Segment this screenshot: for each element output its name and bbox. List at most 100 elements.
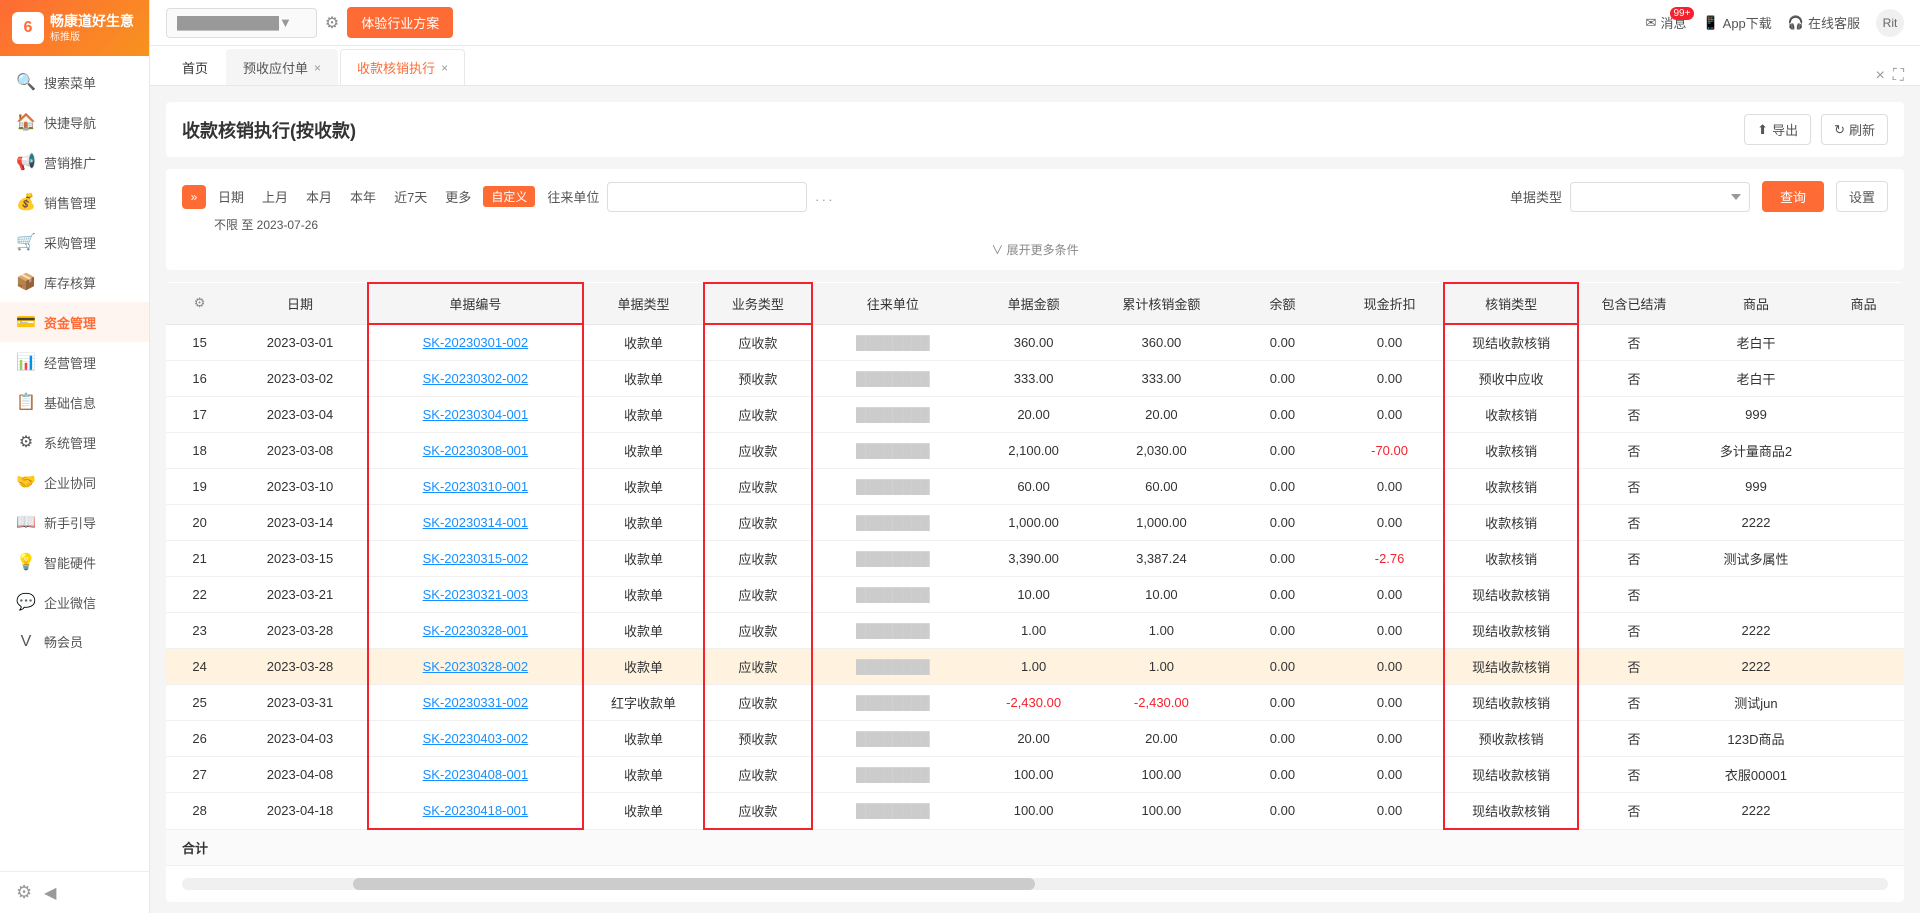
date-this-month[interactable]: 本月 [300,185,338,208]
td-voidtype: 收款核销 [1444,541,1579,577]
sidebar-settings-icon[interactable]: ⚙ [16,882,32,903]
date-custom-button[interactable]: 自定义 [483,186,535,207]
td-cumamt: 60.00 [1094,469,1229,505]
branch-select[interactable]: ████████████ ▼ [166,8,317,38]
bill-type-select[interactable]: 收款单 红字收款单 [1570,182,1750,212]
query-button[interactable]: 查询 [1762,181,1824,212]
bill-no-link[interactable]: SK-20230315-002 [423,551,529,566]
refresh-button[interactable]: ↻ 刷新 [1821,114,1888,145]
filter-collapse-button[interactable]: » [182,185,206,209]
gear-icon[interactable]: ⚙ [325,13,339,33]
sidebar-collapse-icon[interactable]: ◀ [44,883,56,903]
td-amount: 360.00 [973,324,1094,361]
bill-no-link[interactable]: SK-20230328-002 [423,659,529,674]
user-avatar[interactable]: Rit [1876,9,1904,37]
td-biztype: 应收款 [704,397,812,433]
online-service-link[interactable]: 🎧 在线客服 [1788,13,1860,32]
table-header: ⚙ 日期 单据编号 单据类型 业务类型 往来单位 单据金额 累计核销金额 余额 … [166,283,1904,324]
date-last-month[interactable]: 上月 [256,185,294,208]
td-billtype: 收款单 [583,793,704,830]
td-billno[interactable]: SK-20230321-003 [368,577,583,613]
bill-no-link[interactable]: SK-20230302-002 [423,371,529,386]
th-settings[interactable]: ⚙ [166,283,233,324]
sidebar-item-search-menu[interactable]: 🔍 搜索菜单 [0,62,149,102]
td-billno[interactable]: SK-20230314-001 [368,505,583,541]
table-settings-icon[interactable]: ⚙ [194,295,206,310]
td-billno[interactable]: SK-20230304-001 [368,397,583,433]
td-billno[interactable]: SK-20230310-001 [368,469,583,505]
td-billno[interactable]: SK-20230308-001 [368,433,583,469]
sidebar-item-beginner[interactable]: 📖 新手引导 [0,502,149,542]
date-more[interactable]: 更多 [439,185,477,208]
sidebar-item-corp[interactable]: 🤝 企业协同 [0,462,149,502]
tab-prepay[interactable]: 预收应付单 × [226,49,338,85]
bill-no-link[interactable]: SK-20230408-001 [423,767,529,782]
expand-more-button[interactable]: ∨ 展开更多条件 [991,241,1078,258]
tab-home[interactable]: 首页 [166,50,224,85]
sidebar-item-fund[interactable]: 💳 资金管理 [0,302,149,342]
bill-no-link[interactable]: SK-20230321-003 [423,587,529,602]
th-billno: 单据编号 [368,283,583,324]
sidebar-item-corp-wx[interactable]: 💬 企业微信 [0,582,149,622]
td-billno[interactable]: SK-20230301-002 [368,324,583,361]
bill-no-link[interactable]: SK-20230403-002 [423,731,529,746]
bill-no-link[interactable]: SK-20230314-001 [423,515,529,530]
app-download-link[interactable]: 📱 App下载 [1702,13,1771,32]
sidebar-item-marketing[interactable]: 📢 营销推广 [0,142,149,182]
setting-button[interactable]: 设置 [1836,181,1888,212]
total-label: 合计 [166,829,1904,866]
sidebar-item-base[interactable]: 📋 基础信息 [0,382,149,422]
bill-no-link[interactable]: SK-20230304-001 [423,407,529,422]
sidebar-item-stock[interactable]: 📦 库存核算 [0,262,149,302]
sidebar-item-sys[interactable]: ⚙ 系统管理 [0,422,149,462]
sidebar-item-smart-hw[interactable]: 💡 智能硬件 [0,542,149,582]
tab-prepay-close[interactable]: × [314,61,321,75]
industry-solution-button[interactable]: 体验行业方案 [347,7,453,38]
td-billno[interactable]: SK-20230302-002 [368,361,583,397]
td-billno[interactable]: SK-20230328-001 [368,613,583,649]
td-biztype: 应收款 [704,685,812,721]
td-billno[interactable]: SK-20230328-002 [368,649,583,685]
tab-collection-void[interactable]: 收款核销执行 × [340,49,465,85]
sidebar-item-sales[interactable]: 💰 销售管理 [0,182,149,222]
td-billno[interactable]: SK-20230408-001 [368,757,583,793]
hscroll-thumb[interactable] [353,878,1035,890]
td-billno[interactable]: SK-20230331-002 [368,685,583,721]
td-billtype: 收款单 [583,649,704,685]
bill-no-link[interactable]: SK-20230301-002 [423,335,529,350]
table-row: 202023-03-14SK-20230314-001收款单应收款███████… [166,505,1904,541]
export-button[interactable]: ⬆ 导出 [1744,114,1811,145]
sidebar-item-vip[interactable]: V 畅会员 [0,622,149,661]
td-biztype: 应收款 [704,649,812,685]
bill-no-link[interactable]: SK-20230331-002 [423,695,529,710]
tab-collection-void-close[interactable]: × [441,61,448,75]
td-billno[interactable]: SK-20230315-002 [368,541,583,577]
date-this-year[interactable]: 本年 [344,185,382,208]
td-partner: ████████ [812,433,973,469]
td-billtype: 收款单 [583,505,704,541]
td-biztype: 应收款 [704,505,812,541]
td-billno[interactable]: SK-20230403-002 [368,721,583,757]
sidebar-item-purchase[interactable]: 🛒 采购管理 [0,222,149,262]
td-billno[interactable]: SK-20230418-001 [368,793,583,830]
td-goods2 [1823,577,1904,613]
table-scroll[interactable]: ⚙ 日期 单据编号 单据类型 业务类型 往来单位 单据金额 累计核销金额 余额 … [166,282,1904,866]
bill-no-link[interactable]: SK-20230418-001 [423,803,529,818]
sidebar-item-quick-nav[interactable]: 🏠 快捷导航 [0,102,149,142]
window-close-icon[interactable]: × [1875,67,1884,85]
partner-input[interactable] [607,182,807,212]
bill-no-link[interactable]: SK-20230310-001 [423,479,529,494]
message-icon-group[interactable]: ✉ 消息 99+ [1646,13,1687,32]
bill-no-link[interactable]: SK-20230328-001 [423,623,529,638]
date-7days[interactable]: 近7天 [388,185,433,208]
bill-no-link[interactable]: SK-20230308-001 [423,443,529,458]
date-options: 上月 本月 本年 近7天 更多 自定义 [256,185,535,208]
horizontal-scrollbar[interactable] [166,866,1904,902]
sidebar-item-biz[interactable]: 📊 经营管理 [0,342,149,382]
page-title: 收款核销执行(按收款) [182,117,356,143]
phone-icon: 📱 [1702,15,1718,31]
td-sn: 18 [166,433,233,469]
td-goods2 [1823,721,1904,757]
window-expand-icon[interactable]: ⛶ [1893,67,1904,85]
td-discount: -2.76 [1336,541,1444,577]
